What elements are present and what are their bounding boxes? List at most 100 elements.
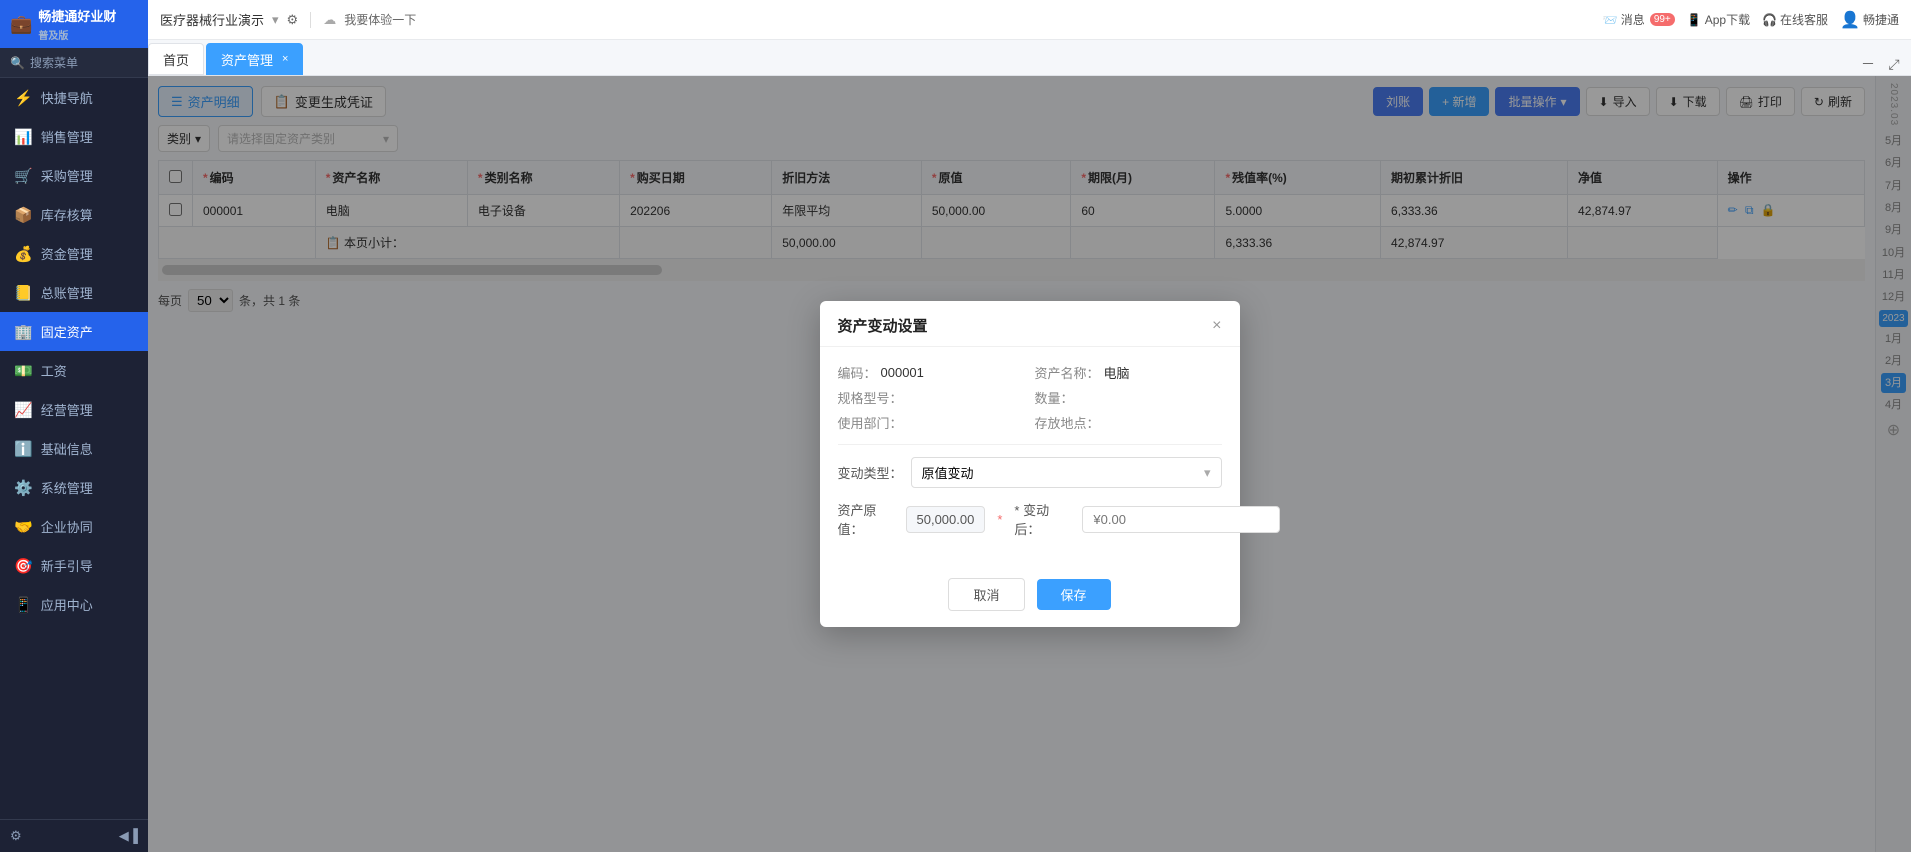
tab-close-icon[interactable]: ×	[282, 53, 288, 65]
sidebar-item-guide[interactable]: 🎯 新手引导	[0, 546, 148, 585]
payroll-label: 工资	[41, 361, 67, 380]
quick-nav-icon: ⚡	[14, 89, 33, 107]
dialog-close-button[interactable]: ×	[1212, 317, 1221, 335]
company-dropdown-icon[interactable]: ▾	[272, 12, 279, 28]
tabs-bar: 首页 资产管理 × － ⤢	[148, 40, 1911, 76]
cloud-icon: ☁	[323, 12, 336, 28]
sidebar-item-basic-info[interactable]: ℹ️ 基础信息	[0, 429, 148, 468]
sidebar-item-general-ledger[interactable]: 📒 总账管理	[0, 273, 148, 312]
apps-label: 应用中心	[41, 595, 93, 614]
online-service-label: 在线客服	[1780, 11, 1828, 28]
settings-button[interactable]: ⚙	[287, 12, 299, 28]
purchase-icon: 🛒	[14, 167, 33, 185]
sidebar-item-search[interactable]: 🔍 搜索菜单	[0, 48, 148, 78]
save-label: 保存	[1061, 588, 1087, 603]
basic-info-icon: ℹ️	[14, 440, 33, 458]
topbar-divider	[310, 12, 311, 28]
fixed-assets-label: 固定资产	[41, 322, 93, 341]
sidebar-item-purchase[interactable]: 🛒 采购管理	[0, 156, 148, 195]
dialog-code-item: 编码： 000001	[838, 363, 1025, 382]
user-avatar[interactable]: 👤 畅捷通	[1840, 10, 1899, 30]
app-download-label: App下载	[1705, 11, 1750, 28]
dialog-code-label: 编码：	[838, 363, 877, 382]
dialog-code-value: 000001	[881, 365, 924, 380]
dialog-dept-label: 使用部门：	[838, 413, 903, 432]
sidebar-item-quick-nav[interactable]: ⚡ 快捷导航	[0, 78, 148, 117]
guide-label: 新手引导	[41, 556, 93, 575]
enterprise-icon: 🤝	[14, 518, 33, 536]
guide-icon: 🎯	[14, 557, 33, 575]
mobile-icon: 📱	[1687, 13, 1702, 27]
settings-icon[interactable]: ⚙	[10, 828, 22, 844]
sidebar-item-inventory[interactable]: 📦 库存核算	[0, 195, 148, 234]
message-button[interactable]: 📨 消息 99+	[1603, 11, 1675, 28]
funds-icon: 💰	[14, 245, 33, 263]
experience-text[interactable]: 我要体验一下	[344, 11, 416, 28]
after-change-label: * 变动后：	[1014, 500, 1074, 538]
change-type-dropdown-icon: ▾	[1204, 465, 1211, 481]
app-download-button[interactable]: 📱 App下载	[1687, 11, 1750, 28]
cancel-button[interactable]: 取消	[948, 578, 1024, 611]
sidebar-item-system[interactable]: ⚙️ 系统管理	[0, 468, 148, 507]
required-star-after: *	[997, 512, 1002, 527]
app-logo: 💼 畅捷通好业财 普及版	[0, 0, 148, 48]
dialog-footer: 取消 保存	[820, 566, 1240, 627]
change-type-row: 变动类型： 原值变动 ▾	[838, 457, 1222, 488]
system-icon: ⚙️	[14, 479, 33, 497]
sidebar-item-operations[interactable]: 📈 经营管理	[0, 390, 148, 429]
collapse-icon[interactable]: ◀▐	[119, 828, 138, 844]
after-change-input[interactable]	[1082, 506, 1280, 533]
topbar: 医疗器械行业演示 ▾ ⚙ ☁ 我要体验一下 📨 消息 99+ 📱 App下载 🎧…	[148, 0, 1911, 40]
inventory-icon: 📦	[14, 206, 33, 224]
dialog-location-label: 存放地点：	[1035, 413, 1100, 432]
dialog-spec-item: 规格型号：	[838, 388, 1025, 407]
asset-original-label: 资产原值：	[838, 500, 898, 538]
dialog-body: 编码： 000001 资产名称： 电脑 规格型号： 数量：	[820, 347, 1240, 566]
tab-home-label: 首页	[163, 50, 189, 69]
sidebar: 💼 畅捷通好业财 普及版 🔍 搜索菜单 ⚡ 快捷导航 📊 销售管理 🛒 采购管理…	[0, 0, 148, 852]
search-icon: 🔍	[10, 56, 25, 70]
quick-nav-label: 快捷导航	[41, 88, 93, 107]
sidebar-item-payroll[interactable]: 💵 工资	[0, 351, 148, 390]
general-ledger-icon: 📒	[14, 284, 33, 302]
online-service-button[interactable]: 🎧 在线客服	[1762, 11, 1828, 28]
asset-value-row: 资产原值： 50,000.00 * * 变动后：	[838, 500, 1222, 538]
dialog-dept-item: 使用部门：	[838, 413, 1025, 432]
sidebar-item-apps[interactable]: 📱 应用中心	[0, 585, 148, 624]
dialog-asset-name-label: 资产名称：	[1035, 363, 1100, 382]
change-type-value: 原值变动	[922, 463, 974, 482]
main-area: 医疗器械行业演示 ▾ ⚙ ☁ 我要体验一下 📨 消息 99+ 📱 App下载 🎧…	[148, 0, 1911, 852]
sidebar-item-funds[interactable]: 💰 资金管理	[0, 234, 148, 273]
sales-icon: 📊	[14, 128, 33, 146]
username-label: 畅捷通	[1863, 11, 1899, 28]
message-label: 消息	[1621, 11, 1645, 28]
tab-asset-management[interactable]: 资产管理 ×	[206, 43, 303, 75]
system-label: 系统管理	[41, 478, 93, 497]
sidebar-item-sales[interactable]: 📊 销售管理	[0, 117, 148, 156]
service-icon: 🎧	[1762, 13, 1777, 27]
apps-icon: 📱	[14, 596, 33, 614]
change-type-label: 变动类型：	[838, 463, 903, 482]
fixed-assets-icon: 🏢	[14, 323, 33, 341]
change-type-select[interactable]: 原值变动 ▾	[911, 457, 1222, 488]
basic-info-label: 基础信息	[41, 439, 93, 458]
dialog-quantity-item: 数量：	[1035, 388, 1222, 407]
sales-label: 销售管理	[41, 127, 93, 146]
avatar-icon: 👤	[1840, 10, 1860, 30]
modal-overlay: 资产变动设置 × 编码： 000001 资产名称： 电脑	[148, 76, 1911, 852]
dialog-title: 资产变动设置	[838, 315, 928, 336]
search-label: 搜索菜单	[30, 54, 78, 71]
sidebar-item-fixed-assets[interactable]: 🏢 固定资产	[0, 312, 148, 351]
topbar-right: 📨 消息 99+ 📱 App下载 🎧 在线客服 👤 畅捷通	[1603, 10, 1899, 30]
tab-asset-management-label: 资产管理	[221, 50, 273, 69]
general-ledger-label: 总账管理	[41, 283, 93, 302]
sidebar-item-enterprise[interactable]: 🤝 企业协同	[0, 507, 148, 546]
tab-minimize-button[interactable]: －	[1857, 53, 1879, 75]
content-area: ☰ 资产明细 📋 变更生成凭证 刘账 + 新增 批量操作 ▾	[148, 76, 1911, 852]
tab-maximize-button[interactable]: ⤢	[1883, 53, 1905, 75]
save-button[interactable]: 保存	[1037, 579, 1111, 610]
purchase-label: 采购管理	[41, 166, 93, 185]
dialog-location-item: 存放地点：	[1035, 413, 1222, 432]
asset-change-dialog: 资产变动设置 × 编码： 000001 资产名称： 电脑	[820, 301, 1240, 627]
tab-home[interactable]: 首页	[148, 43, 204, 75]
